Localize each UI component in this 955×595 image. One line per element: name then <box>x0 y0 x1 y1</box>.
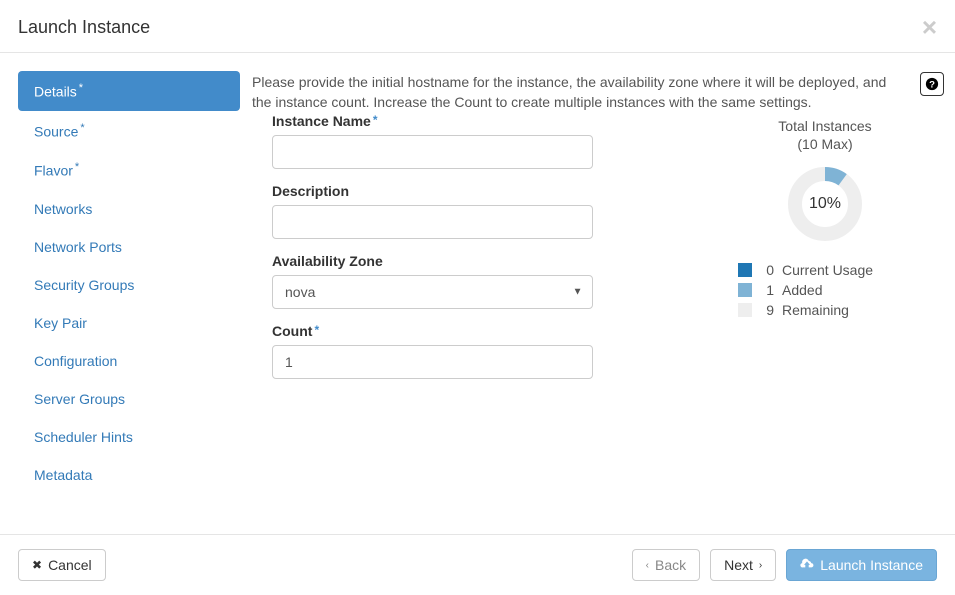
sidebar-item-metadata[interactable]: Metadata <box>18 456 240 494</box>
sidebar-item-server-groups[interactable]: Server Groups <box>18 380 240 418</box>
donut-percent: 10% <box>785 164 865 244</box>
totals-max: (10 Max) <box>730 136 920 152</box>
instance-name-group: Instance Name* <box>272 113 593 169</box>
sidebar-item-label: Metadata <box>34 467 92 483</box>
legend-row-current: 0 Current Usage <box>738 262 920 278</box>
help-icon[interactable]: ? <box>920 72 944 96</box>
swatch-added-icon <box>738 283 752 297</box>
sidebar-item-network-ports[interactable]: Network Ports <box>18 228 240 266</box>
button-label: Next <box>724 557 753 573</box>
description-label: Description <box>272 183 593 199</box>
sidebar-item-configuration[interactable]: Configuration <box>18 342 240 380</box>
sidebar-item-details[interactable]: Details* <box>18 71 240 111</box>
availability-zone-group: Availability Zone nova ▼ <box>272 253 593 309</box>
legend-row-remaining: 9 Remaining <box>738 302 920 318</box>
launch-instance-modal: Launch Instance × Details* Source* Flavo… <box>0 0 955 595</box>
usage-donut: 10% <box>785 164 865 244</box>
launch-instance-button[interactable]: Launch Instance <box>786 549 937 581</box>
sidebar-item-key-pair[interactable]: Key Pair <box>18 304 240 342</box>
close-icon[interactable]: × <box>922 14 937 40</box>
svg-text:?: ? <box>929 80 935 91</box>
button-label: Cancel <box>48 557 92 573</box>
cloud-upload-icon <box>800 557 814 573</box>
legend-label: Added <box>782 282 822 298</box>
availability-zone-select-wrap: nova ▼ <box>272 275 593 309</box>
cancel-button[interactable]: ✖ Cancel <box>18 549 106 581</box>
chevron-left-icon: ‹ <box>646 560 649 571</box>
next-button[interactable]: Next › <box>710 549 776 581</box>
chevron-right-icon: › <box>759 560 762 571</box>
sidebar-item-scheduler-hints[interactable]: Scheduler Hints <box>18 418 240 456</box>
legend-label: Remaining <box>782 302 849 318</box>
modal-body: Details* Source* Flavor* Networks Networ… <box>0 53 955 534</box>
label-text: Instance Name <box>272 113 371 129</box>
availability-zone-label: Availability Zone <box>272 253 593 269</box>
footer-right-buttons: ‹ Back Next › Launch Instance <box>632 549 937 581</box>
sidebar-item-label: Details <box>34 84 77 100</box>
required-asterisk-icon: * <box>314 323 319 337</box>
sidebar-item-label: Security Groups <box>34 277 134 293</box>
legend-label: Current Usage <box>782 262 873 278</box>
legend-num: 0 <box>760 262 774 278</box>
availability-zone-select[interactable]: nova <box>272 275 593 309</box>
instance-name-input[interactable] <box>272 135 593 169</box>
legend-num: 1 <box>760 282 774 298</box>
legend-num: 9 <box>760 302 774 318</box>
count-label: Count* <box>272 323 593 339</box>
wizard-sidebar: Details* Source* Flavor* Networks Networ… <box>18 71 240 534</box>
modal-title: Launch Instance <box>18 17 150 38</box>
question-circle-icon: ? <box>925 77 939 91</box>
button-label: Launch Instance <box>820 557 923 573</box>
sidebar-item-flavor[interactable]: Flavor* <box>18 150 240 190</box>
sidebar-item-label: Flavor <box>34 163 73 179</box>
x-icon: ✖ <box>32 558 42 572</box>
sidebar-item-networks[interactable]: Networks <box>18 190 240 228</box>
sidebar-item-label: Server Groups <box>34 391 125 407</box>
sidebar-item-label: Source <box>34 123 78 139</box>
sidebar-item-source[interactable]: Source* <box>18 111 240 151</box>
swatch-remaining-icon <box>738 303 752 317</box>
totals-legend: 0 Current Usage 1 Added 9 Remaining <box>730 262 920 318</box>
sidebar-item-label: Network Ports <box>34 239 122 255</box>
swatch-current-icon <box>738 263 752 277</box>
count-group: Count* <box>272 323 593 379</box>
description-group: Description <box>272 183 593 239</box>
totals-title: Total Instances <box>730 118 920 134</box>
required-asterisk-icon: * <box>373 113 378 127</box>
form-column: Instance Name* Description Availability … <box>272 113 593 534</box>
sidebar-item-label: Scheduler Hints <box>34 429 133 445</box>
totals-panel: Total Instances (10 Max) 10% 0 Current U… <box>730 70 920 322</box>
required-asterisk-icon: * <box>75 161 79 173</box>
required-asterisk-icon: * <box>79 82 83 94</box>
instance-name-label: Instance Name* <box>272 113 593 129</box>
sidebar-item-label: Networks <box>34 201 92 217</box>
required-asterisk-icon: * <box>80 122 84 134</box>
legend-row-added: 1 Added <box>738 282 920 298</box>
description-input[interactable] <box>272 205 593 239</box>
label-text: Count <box>272 323 312 339</box>
back-button[interactable]: ‹ Back <box>632 549 700 581</box>
modal-footer: ✖ Cancel ‹ Back Next › Launch Instance <box>0 534 955 595</box>
sidebar-item-label: Key Pair <box>34 315 87 331</box>
sidebar-item-security-groups[interactable]: Security Groups <box>18 266 240 304</box>
modal-header: Launch Instance × <box>0 0 955 53</box>
button-label: Back <box>655 557 686 573</box>
count-input[interactable] <box>272 345 593 379</box>
sidebar-item-label: Configuration <box>34 353 117 369</box>
